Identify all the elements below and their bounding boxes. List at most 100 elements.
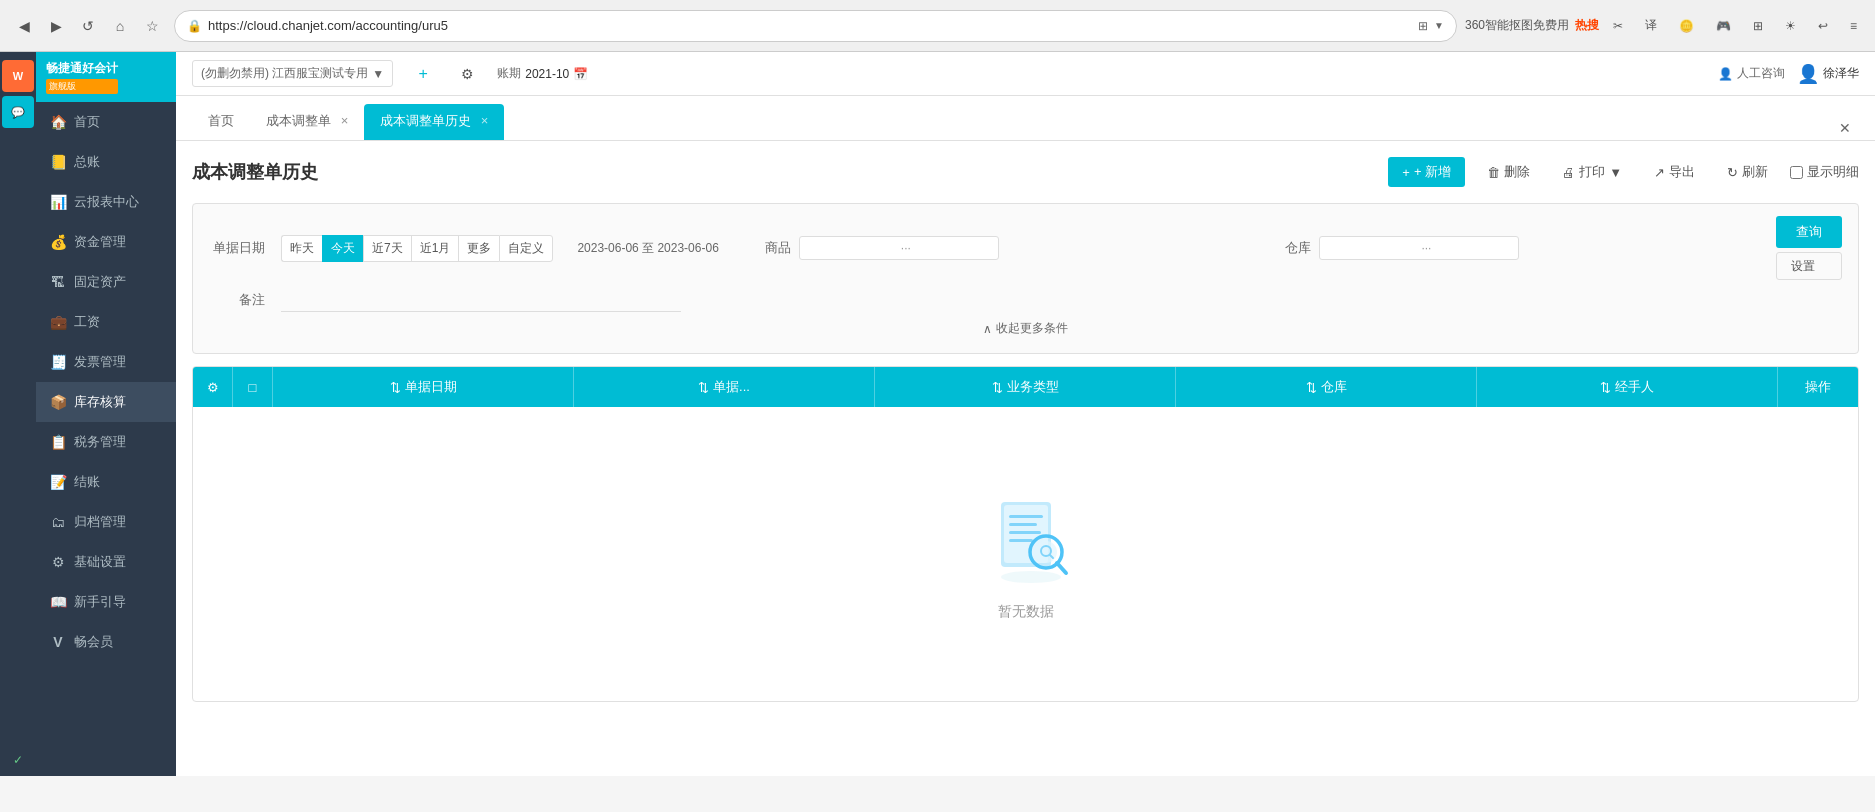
nav-item-guide[interactable]: 📖 新手引导 [36, 582, 176, 622]
translate-btn[interactable]: 译 [1637, 13, 1665, 38]
nav-icon-funds: 💰 [50, 234, 66, 250]
nav-item-settings[interactable]: ⚙ 基础设置 [36, 542, 176, 582]
tab-home[interactable]: 首页 [192, 104, 250, 140]
tab-cost-adjust[interactable]: 成本调整单 × [250, 104, 364, 140]
support-icon: 👤 [1718, 67, 1733, 81]
back-button[interactable]: ◀ [10, 12, 38, 40]
star-button[interactable]: ☆ [138, 12, 166, 40]
date-btn-custom[interactable]: 自定义 [499, 235, 553, 262]
query-btn[interactable]: 查询 [1776, 216, 1842, 248]
collapse-btn[interactable]: ∧ 收起更多条件 [209, 320, 1842, 337]
logo-badge: 旗舰版 [46, 79, 118, 94]
home-button[interactable]: ⌂ [106, 12, 134, 40]
date-btn-today-label: 今天 [331, 241, 355, 255]
menu-btn[interactable]: ≡ [1842, 15, 1865, 37]
nav-label-settings: 基础设置 [74, 553, 126, 571]
warehouse-dots[interactable]: ··· [1421, 241, 1510, 255]
delete-btn[interactable]: 🗑 删除 [1477, 157, 1540, 187]
undo-btn[interactable]: ↩ [1810, 15, 1836, 37]
company-dropdown-icon: ▼ [372, 67, 384, 81]
nav-item-archive[interactable]: 🗂 归档管理 [36, 502, 176, 542]
svg-point-8 [1035, 541, 1057, 563]
goods-selector[interactable]: ··· [799, 236, 999, 260]
nav-item-invoice[interactable]: 🧾 发票管理 [36, 342, 176, 382]
delete-label: 删除 [1504, 163, 1530, 181]
nav-icon-member: V [50, 634, 66, 650]
refresh-label: 刷新 [1742, 163, 1768, 181]
user-avatar-icon: 👤 [1797, 63, 1819, 85]
date-btn-more[interactable]: 更多 [458, 235, 499, 262]
svg-rect-4 [1009, 523, 1037, 526]
nav-item-member[interactable]: V 畅会员 [36, 622, 176, 662]
company-name: (勿删勿禁用) 江西服宝测试专用 [201, 65, 368, 82]
nav-item-funds[interactable]: 💰 资金管理 [36, 222, 176, 262]
nav-item-home[interactable]: 🏠 首页 [36, 102, 176, 142]
content-tabs: 首页 成本调整单 × 成本调整单历史 × ✕ [176, 96, 1875, 141]
empty-state: 暂无数据 [193, 407, 1858, 701]
th-biz-type[interactable]: ⇅ 业务类型 [875, 367, 1176, 407]
goods-dots[interactable]: ··· [901, 241, 990, 255]
display-detail-input[interactable] [1790, 166, 1803, 179]
address-bar[interactable]: 🔒 https://cloud.chanjet.com/accounting/u… [174, 10, 1457, 42]
icon-sidebar-chat[interactable]: 💬 [2, 96, 34, 128]
display-detail-checkbox[interactable]: 显示明细 [1790, 163, 1859, 181]
th-operations: 操作 [1778, 367, 1858, 407]
company-settings-btn[interactable]: ⚙ [453, 60, 481, 88]
th-settings[interactable]: ⚙ [193, 367, 233, 407]
th-checkbox[interactable]: □ [233, 367, 273, 407]
th-handler[interactable]: ⇅ 经手人 [1477, 367, 1778, 407]
date-btn-week[interactable]: 近7天 [363, 235, 411, 262]
th-warehouse[interactable]: ⇅ 仓库 [1176, 367, 1477, 407]
filter-row-date: 单据日期 昨天 今天 近7天 近1月 [209, 216, 1842, 280]
sun-btn[interactable]: ☀ [1777, 15, 1804, 37]
nav-label-archive: 归档管理 [74, 513, 126, 531]
date-btn-yesterday[interactable]: 昨天 [281, 235, 322, 262]
calendar-icon[interactable]: 📅 [573, 67, 588, 81]
support-btn[interactable]: 👤 人工咨询 [1718, 65, 1785, 82]
icon-sidebar-weibo[interactable]: W [2, 60, 34, 92]
tab-cost-adjust-history[interactable]: 成本调整单历史 × [364, 104, 504, 140]
filter-settings-label: 设置 [1791, 258, 1815, 275]
add-company-btn[interactable]: + [409, 60, 437, 88]
nav-item-inventory[interactable]: 📦 库存核算 [36, 382, 176, 422]
export-btn[interactable]: ↗ 导出 [1644, 157, 1705, 187]
coin-btn[interactable]: 🪙 [1671, 15, 1702, 37]
page-title: 成本调整单历史 [192, 160, 1388, 184]
window-close-btn[interactable]: ✕ [1831, 116, 1859, 140]
th-date[interactable]: ⇅ 单据日期 [273, 367, 574, 407]
svg-line-9 [1057, 563, 1066, 573]
forward-button[interactable]: ▶ [42, 12, 70, 40]
new-btn[interactable]: + + 新增 [1388, 157, 1465, 187]
remark-input[interactable] [281, 288, 681, 312]
filter-settings-btn[interactable]: 设置 [1776, 252, 1842, 280]
nav-label-guide: 新手引导 [74, 593, 126, 611]
th-number[interactable]: ⇅ 单据... [574, 367, 875, 407]
date-btn-month[interactable]: 近1月 [411, 235, 459, 262]
nav-item-close[interactable]: 📝 结账 [36, 462, 176, 502]
tab-cost-adjust-close[interactable]: × [341, 113, 349, 128]
warehouse-selector[interactable]: ··· [1319, 236, 1519, 260]
company-selector[interactable]: (勿删勿禁用) 江西服宝测试专用 ▼ [192, 60, 393, 87]
icon-sidebar-bottom[interactable]: ✓ [2, 744, 34, 776]
nav-label-funds: 资金管理 [74, 233, 126, 251]
user-info[interactable]: 👤 徐泽华 [1797, 63, 1859, 85]
nav-item-reports[interactable]: 📊 云报表中心 [36, 182, 176, 222]
nav-item-ledger[interactable]: 📒 总账 [36, 142, 176, 182]
nav-item-tax[interactable]: 📋 税务管理 [36, 422, 176, 462]
date-btn-today[interactable]: 今天 [322, 235, 363, 262]
refresh-btn[interactable]: ↻ 刷新 [1717, 157, 1778, 187]
grid-btn[interactable]: ⊞ [1745, 15, 1771, 37]
print-btn[interactable]: 🖨 打印 ▼ [1552, 157, 1632, 187]
refresh-button[interactable]: ↺ [74, 12, 102, 40]
nav-icon-inventory: 📦 [50, 394, 66, 410]
nav-item-salary[interactable]: 💼 工资 [36, 302, 176, 342]
nav-icon-home: 🏠 [50, 114, 66, 130]
nav-item-fixed-assets[interactable]: 🏗 固定资产 [36, 262, 176, 302]
th-number-label: 单据... [713, 378, 750, 396]
tab-cost-adjust-history-close[interactable]: × [481, 113, 489, 128]
nav-icon-fixed-assets: 🏗 [50, 274, 66, 290]
app-logo[interactable]: 畅捷通好会计 旗舰版 [36, 52, 176, 102]
nav-label-member: 畅会员 [74, 633, 113, 651]
game-btn[interactable]: 🎮 [1708, 15, 1739, 37]
scissor-btn[interactable]: ✂ [1605, 15, 1631, 37]
